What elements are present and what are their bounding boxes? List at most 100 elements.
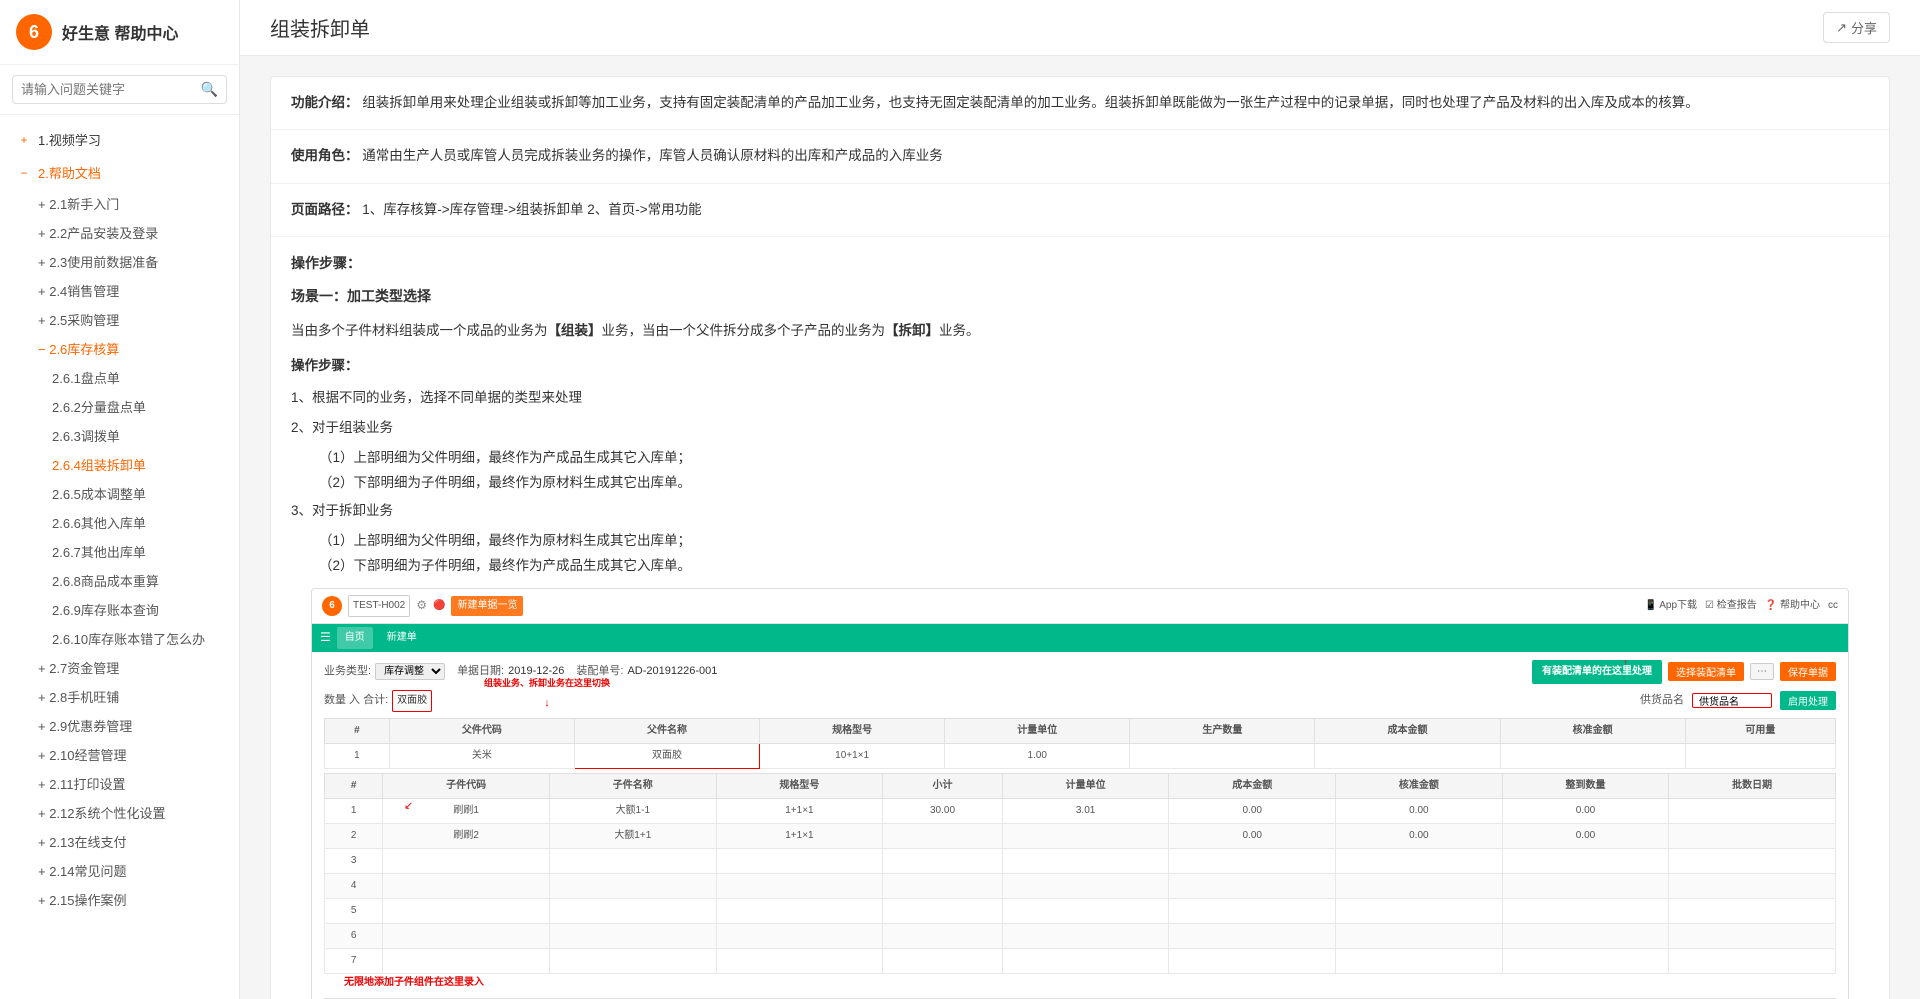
ss-biz-type-select[interactable]: 库存调整 [375, 663, 445, 680]
sidebar-item-docs-24[interactable]: + 2.4销售管理 [0, 276, 239, 305]
ss-supplier-input[interactable] [1692, 693, 1772, 708]
ss-lower-row-7: 7 [325, 948, 1836, 973]
sidebar-item-docs-267[interactable]: 2.6.7其他出库单 [0, 537, 239, 566]
ss-upper-th-code: 父件代码 [389, 718, 574, 743]
ss-red-dot: 🔴 [433, 597, 445, 615]
intro-block: 功能介绍： 组装拆卸单用来处理企业组装或拆卸等加工业务，支持有固定装配清单的产品… [271, 77, 1889, 130]
logo-icon: 6 [16, 14, 52, 50]
intro-text: 组装拆卸单用来处理企业组装或拆卸等加工业务，支持有固定装配清单的产品加工业务，也… [362, 95, 1699, 110]
role-block: 使用角色： 通常由生产人员或库管人员完成拆装业务的操作，库管人员确认原材料的出库… [271, 130, 1889, 183]
sidebar-item-docs[interactable]: − 2.帮助文档 [0, 156, 239, 189]
ss-assembly-annotation-wrapper: 组装业务、拆卸业务在这里切换 ↓ [484, 670, 610, 714]
ss-sub-form-row: 数量 入 合计: 双面胶 组装业务、拆卸业务在这里切换 ↓ 供货品名 [324, 690, 1836, 712]
expand-icon-docs-23: + [38, 255, 49, 270]
ss-more-btn[interactable]: ⋯ [1750, 663, 1774, 680]
header-bar: 组装拆卸单 ↗ 分享 [240, 0, 1920, 56]
expand-icon-docs-211: + [38, 777, 49, 792]
ss-assembly-annotation: 组装业务、拆卸业务在这里切换 [484, 678, 610, 688]
ss-upper-th-qty: 生产数量 [1130, 718, 1315, 743]
ss-upper-th-name: 父件名称 [574, 718, 759, 743]
step-2-sub1: （1）上部明细为父件明细，最终作为产成品生成其它入库单； [319, 446, 1869, 470]
content-area: 功能介绍： 组装拆卸单用来处理企业组装或拆卸等加工业务，支持有固定装配清单的产品… [240, 56, 1920, 999]
sidebar-item-docs-211[interactable]: + 2.11打印设置 [0, 769, 239, 798]
sidebar-item-docs-29[interactable]: + 2.9优惠券管理 [0, 711, 239, 740]
ss-green-text: 有装配清单的在这里处理 [1542, 663, 1652, 681]
share-label: 分享 [1851, 18, 1877, 37]
ss-lower-table-wrapper: # 子件代码 子件名称 规格型号 小计 计量单位 成本金额 核准金额 [324, 773, 1836, 974]
sidebar-item-docs-21[interactable]: + 2.1新手入门 [0, 189, 239, 218]
ss-no-value: AD-20191226-001 [627, 662, 717, 682]
expand-icon-docs-215: + [38, 893, 49, 908]
search-icon[interactable]: 🔍 [201, 81, 218, 98]
path-block: 页面路径： 1、库存核算->库存管理->组装拆卸单 2、首页->常用功能 [271, 184, 1889, 237]
sidebar-item-docs-265[interactable]: 2.6.5成本调整单 [0, 479, 239, 508]
ss-checkin: ☑ 检查报告 [1705, 597, 1757, 615]
ops-steps-title: 操作步骤： [291, 354, 1869, 378]
sidebar-item-docs-label: 2.帮助文档 [38, 163, 101, 182]
scene-desc: 当由多个子件材料组装成一个成品的业务为【组装】业务，当由一个父件拆分成多个子产品… [291, 319, 1869, 343]
page-title: 组装拆卸单 [270, 13, 370, 42]
sidebar-item-docs-2610[interactable]: 2.6.10库存账本错了怎么办 [0, 624, 239, 653]
content-card: 功能介绍： 组装拆卸单用来处理企业组装或拆卸等加工业务，支持有固定装配清单的产品… [270, 76, 1890, 999]
expand-icon-docs-29: + [38, 719, 49, 734]
expand-icon-docs-22: + [38, 226, 49, 241]
ss-form-area: 业务类型: 库存调整 单据日期: 2019-12-26 [312, 652, 1848, 999]
ss-select-config-btn[interactable]: 选择装配清单 [1668, 662, 1744, 681]
sidebar-item-docs-264[interactable]: 2.6.4组装拆卸单 [0, 450, 239, 479]
sidebar-item-docs-261[interactable]: 2.6.1盘点单 [0, 363, 239, 392]
sidebar-item-docs-214[interactable]: + 2.14常见问题 [0, 856, 239, 885]
screenshot-mock: 6 TEST-H002 ⚙ 🔴 新建单据一览 📱 App下载 ☑ 检查报告 ❓ … [312, 589, 1848, 999]
nav-tree: + 1.视频学习 − 2.帮助文档 + 2.1新手入门 + 2.2产品安装及登录… [0, 115, 239, 999]
sidebar-item-docs-27[interactable]: + 2.7资金管理 [0, 653, 239, 682]
sidebar-item-docs-210[interactable]: + 2.10经营管理 [0, 740, 239, 769]
sidebar-item-docs-266[interactable]: 2.6.6其他入库单 [0, 508, 239, 537]
sidebar-item-docs-25[interactable]: + 2.5采购管理 [0, 305, 239, 334]
ss-upper-th-avail: 可用量 [1685, 718, 1835, 743]
ss-teal-bar: ☰ 自页 新建单 [312, 624, 1848, 652]
expand-icon-videos: + [16, 132, 32, 148]
ss-lower-row-4: 4 [325, 873, 1836, 898]
expand-icon-docs-212: + [38, 806, 49, 821]
step-3: 3、对于拆卸业务 [291, 499, 1869, 523]
ss-app-link: 📱 App下载 [1645, 597, 1697, 615]
sidebar-item-videos[interactable]: + 1.视频学习 [0, 123, 239, 156]
ss-biz-type-label: 业务类型: [324, 662, 371, 682]
sidebar-item-videos-label: 1.视频学习 [38, 130, 101, 149]
ss-save-btn[interactable]: 保存单据 [1780, 662, 1836, 681]
ss-lower-row-6: 6 [325, 923, 1836, 948]
search-input[interactable] [21, 82, 201, 97]
ss-lower-arrow: ↙ [404, 793, 413, 817]
ss-id-select: TEST-H002 [348, 595, 410, 617]
expand-icon-docs-214: + [38, 864, 49, 879]
sidebar-item-docs-268[interactable]: 2.6.8商品成本重算 [0, 566, 239, 595]
ops-block: 操作步骤： 场景一：加工类型选择 当由多个子件材料组装成一个成品的业务为【组装】… [271, 237, 1889, 999]
sidebar-item-docs-28[interactable]: + 2.8手机旺铺 [0, 682, 239, 711]
sidebar-item-docs-26[interactable]: − 2.6库存核算 [0, 334, 239, 363]
expand-icon-docs-26: − [38, 342, 49, 357]
ss-sidebar-icon: ☰ [320, 627, 331, 649]
share-button[interactable]: ↗ 分享 [1823, 12, 1890, 43]
ss-upper-th-cost: 成本金额 [1315, 718, 1500, 743]
expand-icon-docs-27: + [38, 661, 49, 676]
sidebar-item-docs-23[interactable]: + 2.3使用前数据准备 [0, 247, 239, 276]
ss-new-btn[interactable]: 新建单据一览 [451, 596, 523, 616]
ss-upper-th-num: # [325, 718, 390, 743]
sidebar-item-docs-262[interactable]: 2.6.2分量盘点单 [0, 392, 239, 421]
expand-icon-docs-213: + [38, 835, 49, 850]
sidebar-item-docs-215[interactable]: + 2.15操作案例 [0, 885, 239, 914]
sidebar-item-docs-213[interactable]: + 2.13在线支付 [0, 827, 239, 856]
ss-tab-new[interactable]: 新建单 [379, 627, 425, 649]
ss-logo: 6 [322, 596, 342, 616]
sidebar-item-docs-212[interactable]: + 2.12系统个性化设置 [0, 798, 239, 827]
sidebar-item-docs-263[interactable]: 2.6.3调拨单 [0, 421, 239, 450]
ss-tab-home[interactable]: 自页 [337, 627, 373, 649]
logo-area: 6 好生意 帮助中心 [0, 0, 239, 65]
share-icon: ↗ [1836, 20, 1847, 36]
ss-lower-row-2: 2 刷刷2 大额1+1 1+1×1 0.00 0.00 [325, 823, 1836, 848]
ss-upper-row-1: 1 关米 双面胶 10+1×1 1.00 [325, 743, 1836, 768]
ss-enable-btn[interactable]: 启用处理 [1780, 691, 1836, 710]
ss-upper-th-unit: 计量单位 [945, 718, 1130, 743]
sidebar-item-docs-22[interactable]: + 2.2产品安装及登录 [0, 218, 239, 247]
sidebar-item-docs-269[interactable]: 2.6.9库存账本查询 [0, 595, 239, 624]
ss-lower-annotation: 无限地添加子件组件在这里录入 [344, 974, 484, 992]
